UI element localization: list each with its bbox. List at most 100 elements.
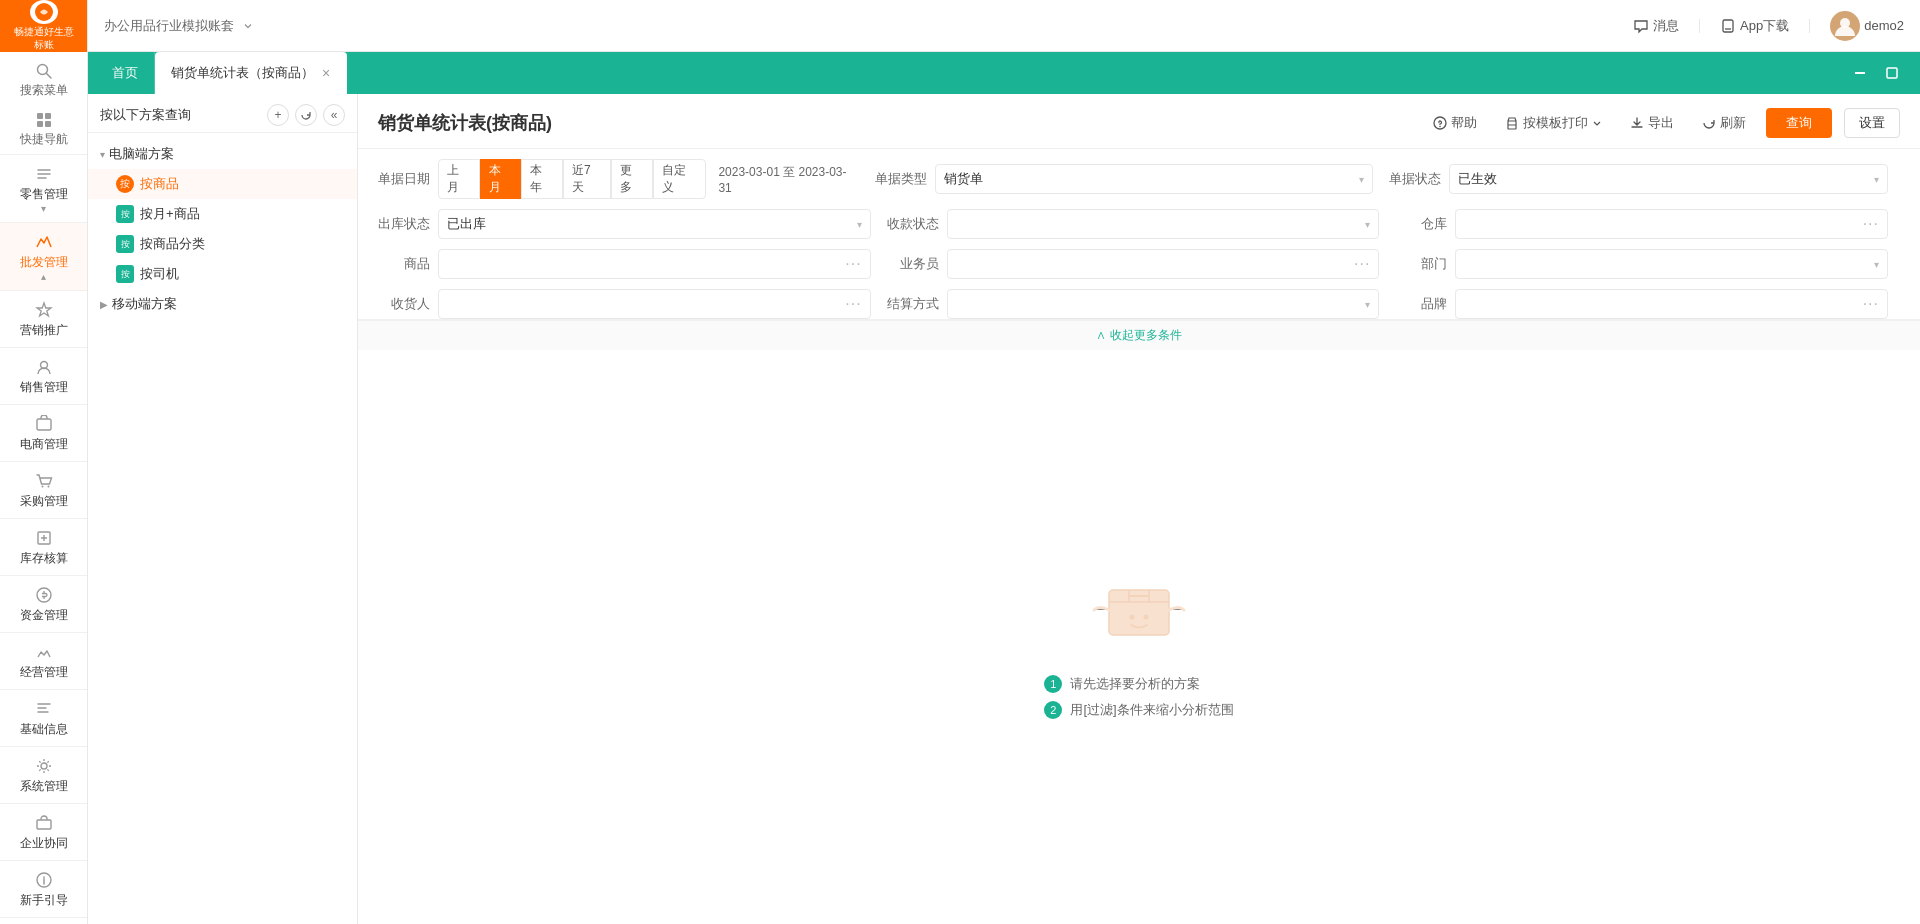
receiver-field[interactable]: ··· xyxy=(438,289,871,319)
sidebar-item-wholesale[interactable]: 批发管理 ▴ xyxy=(0,223,87,291)
department-field[interactable]: ▾ xyxy=(1455,249,1888,279)
product-field[interactable]: ··· xyxy=(438,249,871,279)
sidebar-newguide-label: 新手引导 xyxy=(20,892,68,909)
query-btn[interactable]: 查询 xyxy=(1766,108,1832,138)
sidebar-item-enterprise[interactable]: 企业协同 xyxy=(0,804,87,861)
sidebar-item-search[interactable]: 搜索菜单 xyxy=(0,52,87,105)
main-area: 办公用品行业模拟账套 消息 App下载 demo2 xyxy=(88,0,1920,924)
sidebar-item-finance[interactable]: 资金管理 xyxy=(0,576,87,633)
page-title-bar: 销货单统计表(按商品) 帮助 按模板打印 导出 xyxy=(358,94,1920,149)
sidebar-item-procurement[interactable]: 采购管理 xyxy=(0,462,87,519)
sidebar-item-operations[interactable]: 经营管理 xyxy=(0,633,87,690)
collapse-bar[interactable]: ∧ 收起更多条件 xyxy=(358,320,1920,350)
user-avatar xyxy=(1830,11,1860,41)
left-panel-header: 按以下方案查询 + « xyxy=(88,94,357,133)
date-tab-this-year[interactable]: 本年 xyxy=(521,159,563,199)
svg-rect-6 xyxy=(45,121,51,127)
tab-sales-stats[interactable]: 销货单统计表（按商品） × xyxy=(155,52,347,94)
app-logo[interactable]: 畅捷通好生意 标账 xyxy=(0,0,88,52)
top-actions: 消息 App下载 demo2 xyxy=(1633,11,1904,41)
sidebar-item-basic-info[interactable]: 基础信息 xyxy=(0,690,87,747)
warehouse-field[interactable]: ··· xyxy=(1455,209,1888,239)
tab-home[interactable]: 首页 xyxy=(96,52,155,94)
tree-group-mobile-header[interactable]: ▶ 移动端方案 xyxy=(88,289,357,319)
tree-item-by-company[interactable]: 按 按司机 xyxy=(88,259,357,289)
tree-item-by-month-product[interactable]: 按 按月+商品 xyxy=(88,199,357,229)
tree-item-by-category-label: 按商品分类 xyxy=(140,235,205,253)
svg-point-29 xyxy=(1130,615,1135,620)
sidebar-item-retail[interactable]: 零售管理 ▾ xyxy=(0,155,87,223)
salesman-label: 业务员 xyxy=(887,255,947,273)
sidebar-item-ecommerce[interactable]: 电商管理 xyxy=(0,405,87,462)
empty-tip-1: 1 请先选择要分析的方案 xyxy=(1044,675,1233,693)
page-title: 销货单统计表(按商品) xyxy=(378,111,552,135)
app-download-btn[interactable]: App下载 xyxy=(1720,17,1789,35)
tab-maximize-btn[interactable] xyxy=(1880,61,1904,85)
doc-status-arrow-icon: ▾ xyxy=(1874,174,1879,185)
filter-row-4: 收货人 ··· 结算方式 ▾ 品牌 ··· xyxy=(378,289,1900,319)
filter-area: 单据日期 上月 本月 本年 近7天 更多 自定义 2023-03-01 至 20… xyxy=(358,149,1920,320)
help-btn[interactable]: 帮助 xyxy=(1425,110,1485,136)
sidebar-item-sales[interactable]: 销售管理 xyxy=(0,348,87,405)
print-btn[interactable]: 按模板打印 xyxy=(1497,110,1610,136)
help-btn-label: 帮助 xyxy=(1451,114,1477,132)
sidebar-item-marketing[interactable]: 营销推广 xyxy=(0,291,87,348)
svg-rect-5 xyxy=(37,121,43,127)
out-status-field[interactable]: 已出库 ▾ xyxy=(438,209,871,239)
sidebar-basicinfo-label: 基础信息 xyxy=(20,721,68,738)
date-range: 2023-03-01 至 2023-03-31 xyxy=(718,164,858,195)
settings-btn[interactable]: 设置 xyxy=(1844,108,1900,138)
export-btn[interactable]: 导出 xyxy=(1622,110,1682,136)
tab-sales-stats-label: 销货单统计表（按商品） xyxy=(171,64,314,82)
refresh-scheme-btn[interactable] xyxy=(295,104,317,126)
doc-type-field[interactable]: 销货单 ▾ xyxy=(935,164,1374,194)
settlement-arrow-icon: ▾ xyxy=(1365,299,1370,310)
tree-arrow-icon: ▾ xyxy=(100,149,105,160)
sidebar-wholesale-label: 批发管理 xyxy=(20,254,68,271)
tab-home-label: 首页 xyxy=(112,64,138,82)
app-subtitle: 标账 xyxy=(34,38,54,52)
svg-point-30 xyxy=(1144,615,1149,620)
tab-close-icon[interactable]: × xyxy=(322,66,330,80)
sidebar-item-quick-nav[interactable]: 快捷导航 xyxy=(0,105,87,155)
top-header: 办公用品行业模拟账套 消息 App下载 demo2 xyxy=(88,0,1920,52)
date-filter: 上月 本月 本年 近7天 更多 自定义 2023-03-01 至 2023-03… xyxy=(438,159,859,199)
user-profile[interactable]: demo2 xyxy=(1830,11,1904,41)
tree-item-by-category[interactable]: 按 按商品分类 xyxy=(88,229,357,259)
sidebar-item-inventory[interactable]: 库存核算 xyxy=(0,519,87,576)
date-tab-this-month[interactable]: 本月 xyxy=(480,159,522,199)
tree-item-sq-icon: 按 xyxy=(116,205,134,223)
date-tab-7days[interactable]: 近7天 xyxy=(563,159,611,199)
sidebar-item-new-guide[interactable]: 新手引导 xyxy=(0,861,87,918)
tree-item-by-product[interactable]: 按 按商品 xyxy=(88,169,357,199)
receipt-status-field[interactable]: ▾ xyxy=(947,209,1380,239)
settlement-field[interactable]: ▾ xyxy=(947,289,1380,319)
department-arrow-icon: ▾ xyxy=(1874,259,1879,270)
left-panel: 按以下方案查询 + « ▾ 电脑端方案 按 xyxy=(88,94,358,924)
filter-row-2: 出库状态 已出库 ▾ 收款状态 ▾ 仓库 ··· xyxy=(378,209,1900,239)
brand-field[interactable]: ··· xyxy=(1455,289,1888,319)
department-label: 部门 xyxy=(1395,255,1455,273)
date-tab-custom[interactable]: 自定义 xyxy=(653,159,707,199)
doc-status-value: 已生效 xyxy=(1458,170,1874,188)
message-btn[interactable]: 消息 xyxy=(1633,17,1679,35)
add-scheme-btn[interactable]: + xyxy=(267,104,289,126)
date-tab-more[interactable]: 更多 xyxy=(611,159,653,199)
svg-rect-8 xyxy=(37,419,51,430)
salesman-dots-icon: ··· xyxy=(1354,255,1370,273)
salesman-field[interactable]: ··· xyxy=(947,249,1380,279)
out-status-value: 已出库 xyxy=(447,215,857,233)
workspace-dropdown[interactable] xyxy=(242,20,254,32)
sidebar-item-app-center[interactable]: 应用中心 xyxy=(0,918,87,924)
doc-status-field[interactable]: 已生效 ▾ xyxy=(1449,164,1888,194)
date-tab-last-month[interactable]: 上月 xyxy=(438,159,480,199)
breadcrumb-area: 办公用品行业模拟账套 xyxy=(104,17,1621,35)
collapse-panel-btn[interactable]: « xyxy=(323,104,345,126)
tab-minimize-btn[interactable] xyxy=(1848,61,1872,85)
svg-rect-3 xyxy=(37,113,43,119)
tree-group-desktop-header[interactable]: ▾ 电脑端方案 xyxy=(88,139,357,169)
tree-group-desktop-label: 电脑端方案 xyxy=(109,145,174,163)
refresh-btn[interactable]: 刷新 xyxy=(1694,110,1754,136)
sidebar-item-system[interactable]: 系统管理 xyxy=(0,747,87,804)
tab-window-btns xyxy=(1848,61,1912,85)
